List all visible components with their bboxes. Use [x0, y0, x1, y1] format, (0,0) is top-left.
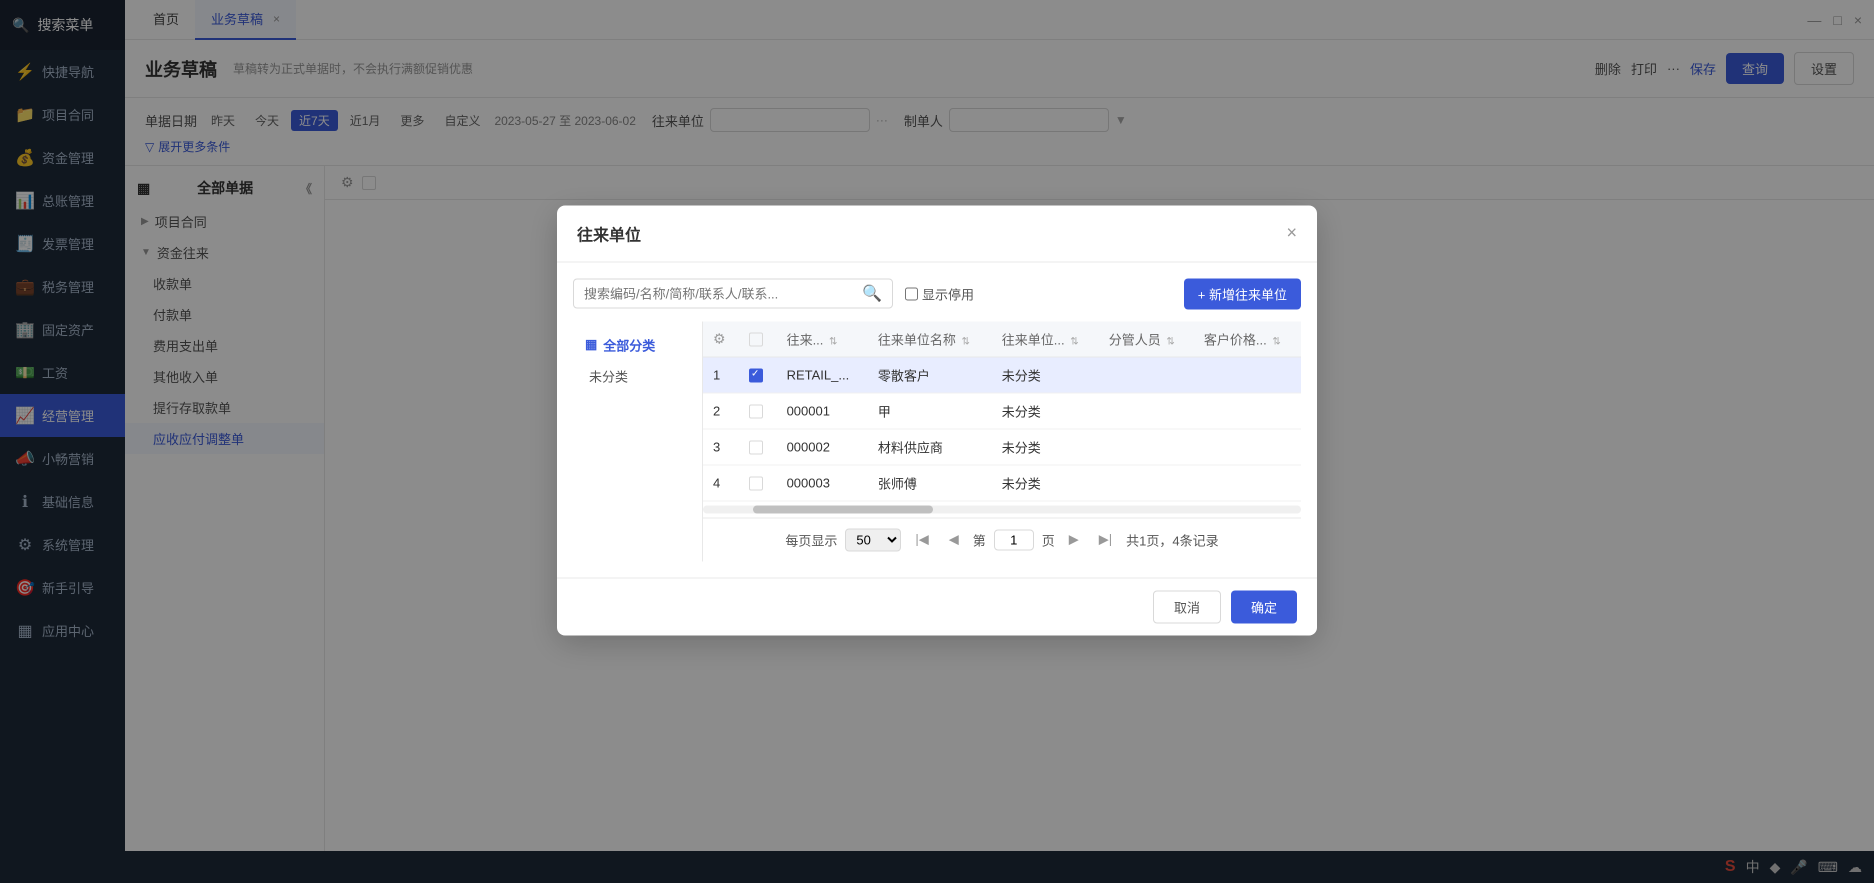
sort-icon-name: ⇅ — [962, 336, 970, 347]
dialog-content: ▦ 全部分类 未分类 ⚙ 往来... — [573, 321, 1301, 561]
row2-check[interactable] — [739, 393, 777, 429]
row4-checkbox[interactable] — [749, 476, 763, 490]
row1-mgr — [1099, 357, 1194, 393]
col-settings: ⚙ — [703, 321, 739, 357]
row1-price — [1194, 357, 1301, 393]
row4-price — [1194, 465, 1301, 501]
dialog-left-header: ▦ 全部分类 — [573, 329, 702, 360]
row1-code: RETAIL_... — [777, 357, 868, 393]
col-checkbox — [739, 321, 777, 357]
row3-code: 000002 — [777, 429, 868, 465]
dialog-left-panel: ▦ 全部分类 未分类 — [573, 321, 703, 561]
row2-code: 000001 — [777, 393, 868, 429]
total-text: 共1页，4条记录 — [1126, 530, 1218, 549]
pagination: 每页显示 50 20 100 |◀ ◀ 第 页 ▶ ▶| 共1页，4条记录 — [703, 517, 1301, 561]
row3-cat: 未分类 — [992, 429, 1099, 465]
last-page-btn[interactable]: ▶| — [1093, 530, 1118, 550]
row3-name: 材料供应商 — [868, 429, 992, 465]
sort-icon-cat: ⇅ — [1070, 336, 1078, 347]
show-disabled-checkbox-label[interactable]: 显示停用 — [905, 284, 974, 303]
show-disabled-checkbox[interactable] — [905, 287, 918, 300]
row4-mgr — [1099, 465, 1194, 501]
dialog-header: 往来单位 × — [557, 205, 1317, 262]
grid-small-icon: ▦ — [585, 337, 597, 353]
show-disabled-label: 显示停用 — [922, 284, 974, 303]
row2-checkbox[interactable] — [749, 404, 763, 418]
dialog-title: 往来单位 — [577, 221, 641, 245]
dialog-body: 🔍 显示停用 + 新增往来单位 ▦ 全部分类 未分类 — [557, 262, 1317, 577]
row3-mgr — [1099, 429, 1194, 465]
prev-page-btn[interactable]: ◀ — [943, 530, 965, 550]
row1-name: 零散客户 — [868, 357, 992, 393]
next-page-btn[interactable]: ▶ — [1063, 530, 1085, 550]
dialog-select-all[interactable] — [749, 332, 763, 346]
dialog-close-button[interactable]: × — [1286, 223, 1297, 244]
row1-checkbox[interactable] — [749, 368, 763, 382]
row4-cat: 未分类 — [992, 465, 1099, 501]
sort-icon-code: ⇅ — [829, 336, 837, 347]
dialog-table-scroll[interactable]: ⚙ 往来... ⇅ 往来单位名称 ⇅ — [703, 321, 1301, 501]
row1-check[interactable] — [739, 357, 777, 393]
sort-icon-mgr: ⇅ — [1166, 336, 1174, 347]
dialog-table-wrap: ⚙ 往来... ⇅ 往来单位名称 ⇅ — [703, 321, 1301, 561]
dialog-table-header-row: ⚙ 往来... ⇅ 往来单位名称 ⇅ — [703, 321, 1301, 357]
row1-seq: 1 — [703, 357, 739, 393]
page-unit: 页 — [1042, 530, 1055, 549]
page-label: 第 — [973, 530, 986, 549]
dialog-footer: 取消 确定 — [557, 577, 1317, 635]
row2-name: 甲 — [868, 393, 992, 429]
first-page-btn[interactable]: |◀ — [909, 530, 934, 550]
row4-name: 张师傅 — [868, 465, 992, 501]
row2-cat: 未分类 — [992, 393, 1099, 429]
search-icon[interactable]: 🔍 — [862, 284, 882, 304]
search-input[interactable] — [584, 286, 856, 301]
col-name: 往来单位名称 ⇅ — [868, 321, 992, 357]
row4-code: 000003 — [777, 465, 868, 501]
dialog-table: ⚙ 往来... ⇅ 往来单位名称 ⇅ — [703, 321, 1301, 501]
row4-check[interactable] — [739, 465, 777, 501]
partner-dialog: 往来单位 × 🔍 显示停用 + 新增往来单位 ▦ 全部分类 未分类 — [557, 205, 1317, 635]
table-row[interactable]: 4 000003 张师傅 未分类 — [703, 465, 1301, 501]
page-input[interactable] — [994, 529, 1034, 550]
col-manager: 分管人员 ⇅ — [1099, 321, 1194, 357]
horizontal-scrollbar[interactable] — [703, 505, 1301, 513]
table-row[interactable]: 1 RETAIL_... 零散客户 未分类 — [703, 357, 1301, 393]
col-category: 往来单位... ⇅ — [992, 321, 1099, 357]
per-page-label: 每页显示 — [785, 530, 837, 549]
row2-seq: 2 — [703, 393, 739, 429]
search-box: 🔍 — [573, 279, 893, 309]
row3-seq: 3 — [703, 429, 739, 465]
confirm-button[interactable]: 确定 — [1231, 590, 1297, 623]
row3-price — [1194, 429, 1301, 465]
row4-seq: 4 — [703, 465, 739, 501]
new-partner-button[interactable]: + 新增往来单位 — [1184, 278, 1301, 309]
col-gear-icon: ⚙ — [713, 330, 726, 346]
row2-mgr — [1099, 393, 1194, 429]
per-page-select[interactable]: 50 20 100 — [845, 528, 901, 551]
col-code: 往来... ⇅ — [777, 321, 868, 357]
row1-cat: 未分类 — [992, 357, 1099, 393]
table-row[interactable]: 2 000001 甲 未分类 — [703, 393, 1301, 429]
row3-check[interactable] — [739, 429, 777, 465]
table-row[interactable]: 3 000002 材料供应商 未分类 — [703, 429, 1301, 465]
dialog-toolbar: 🔍 显示停用 + 新增往来单位 — [573, 278, 1301, 309]
sort-icon-price: ⇅ — [1272, 336, 1280, 347]
scroll-thumb[interactable] — [753, 505, 933, 513]
row3-checkbox[interactable] — [749, 440, 763, 454]
dialog-category-unclassified[interactable]: 未分类 — [573, 360, 702, 391]
cancel-button[interactable]: 取消 — [1153, 590, 1221, 623]
row2-price — [1194, 393, 1301, 429]
col-price: 客户价格... ⇅ — [1194, 321, 1301, 357]
